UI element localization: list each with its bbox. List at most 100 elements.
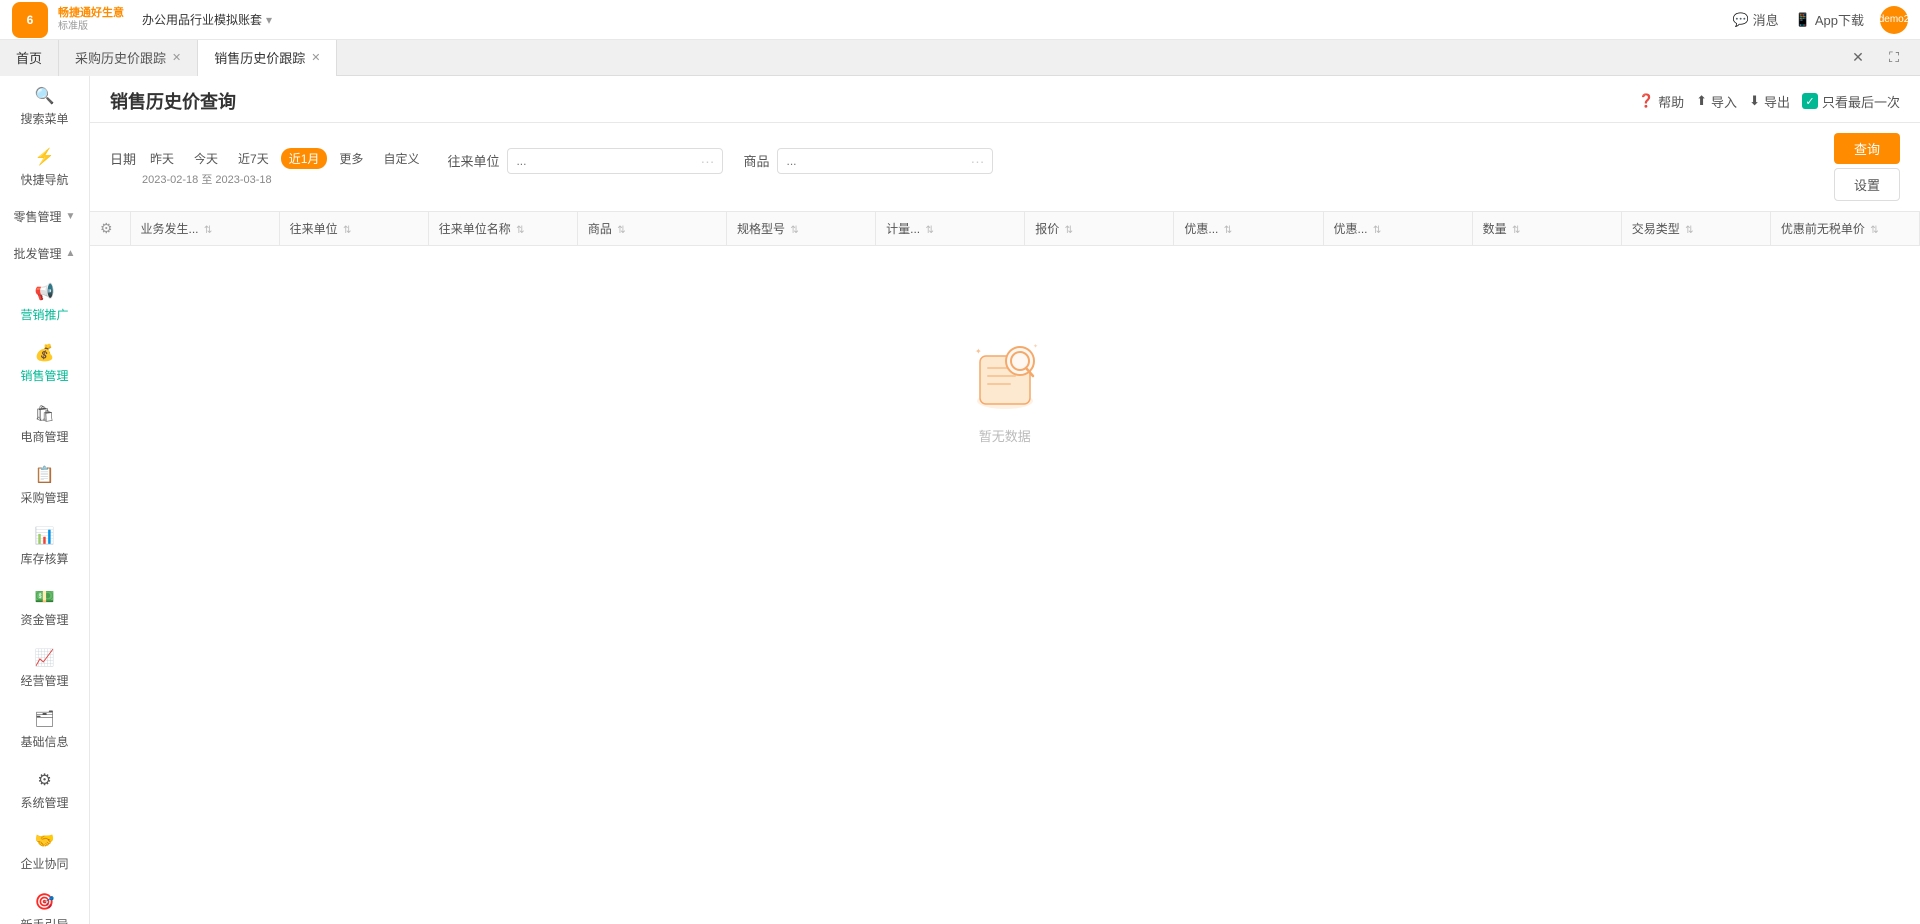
download-icon: 📱	[1795, 12, 1811, 28]
filter-buttons: 查询 设置	[1834, 133, 1900, 201]
product-input-wrapper[interactable]: ···	[777, 148, 993, 174]
only-last-checkbox[interactable]: ✓ 只看最后一次	[1802, 92, 1900, 111]
th-pretax-price[interactable]: 优惠前无税单价 ⇅	[1770, 212, 1919, 246]
sidebar-item-search[interactable]: 🔍 搜索菜单	[0, 76, 89, 137]
gear-icon[interactable]: ⚙	[100, 220, 113, 236]
operations-icon: 📈	[35, 648, 55, 668]
th-quantity[interactable]: 数量 ⇅	[1472, 212, 1621, 246]
th-business-date[interactable]: 业务发生... ⇅	[130, 212, 279, 246]
finance-icon: 💵	[35, 587, 55, 607]
sidebar-item-operations[interactable]: 📈 经营管理	[0, 638, 89, 699]
sidebar-item-marketing[interactable]: 📢 营销推广	[0, 272, 89, 333]
message-btn[interactable]: 💬 消息	[1732, 10, 1778, 29]
date-btn-custom[interactable]: 自定义	[375, 148, 427, 169]
inventory-icon: 📊	[35, 526, 55, 546]
date-label: 日期	[110, 149, 136, 168]
shortcuts-icon: ⚡	[35, 147, 55, 167]
message-icon: 💬	[1732, 12, 1748, 28]
tab-purchase-history[interactable]: 采购历史价跟踪 ✕	[59, 40, 198, 76]
th-discount1[interactable]: 优惠... ⇅	[1174, 212, 1323, 246]
sidebar-item-retail[interactable]: 零售管理 ▼	[0, 198, 89, 235]
date-btn-1month[interactable]: 近1月	[281, 148, 328, 169]
topbar-left: 6 畅捷通好生意 标准版 办公用品行业模拟账套 ▾	[12, 2, 280, 38]
export-icon: ⬇	[1749, 93, 1760, 109]
sort-icon-trade-type: ⇅	[1685, 225, 1693, 236]
date-btn-yesterday[interactable]: 昨天	[142, 148, 182, 169]
newbie-icon: 🎯	[35, 892, 55, 912]
svg-text:✦: ✦	[975, 347, 982, 356]
logo: 6	[12, 2, 48, 38]
query-button[interactable]: 查询	[1834, 133, 1900, 164]
page-header-actions: ❓ 帮助 ⬆ 导入 ⬇ 导出 ✓ 只看最后一次	[1638, 92, 1900, 111]
page-header: 销售历史价查询 ❓ 帮助 ⬆ 导入 ⬇ 导出 ✓ 只看最后一次	[90, 76, 1920, 123]
sidebar-item-basic[interactable]: 🗂 基础信息	[0, 699, 89, 760]
marketing-icon: 📢	[35, 282, 55, 302]
filter-bar: 日期 昨天 今天 近7天 近1月 更多 自定义 2023-02-18 至 202…	[90, 123, 1920, 212]
page-title: 销售历史价查询	[110, 88, 236, 114]
th-partner-name[interactable]: 往来单位名称 ⇅	[428, 212, 577, 246]
date-btn-7days[interactable]: 近7天	[230, 148, 277, 169]
date-filter-group: 日期 昨天 今天 近7天 近1月 更多 自定义 2023-02-18 至 202…	[110, 148, 427, 187]
subtitle: 标准版	[58, 20, 124, 33]
th-partner-code[interactable]: 往来单位 ⇅	[279, 212, 428, 246]
date-range-display: 2023-02-18 至 2023-03-18	[142, 171, 272, 187]
product-filter-group: 商品 ···	[743, 148, 993, 174]
chevron-down-icon: ▾	[266, 13, 272, 27]
maximize-btn[interactable]: ⛶	[1880, 44, 1908, 72]
topbar-right: 💬 消息 📱 App下载 demo2	[1732, 6, 1908, 34]
checkbox-icon: ✓	[1802, 93, 1818, 109]
basic-icon: 🗂	[34, 709, 54, 729]
customer-search-dots[interactable]: ···	[700, 153, 714, 169]
close-tab-sales[interactable]: ✕	[311, 51, 320, 64]
help-icon: ❓	[1638, 93, 1654, 109]
sidebar-item-ecommerce[interactable]: 🛍 电商管理	[0, 394, 89, 455]
sort-icon-discount1: ⇅	[1224, 225, 1232, 236]
customer-filter-group: 往来单位 ···	[447, 148, 723, 174]
customer-input-wrapper[interactable]: ···	[507, 148, 723, 174]
sidebar-item-newbie[interactable]: 🎯 新手引导	[0, 882, 89, 924]
sidebar-item-inventory[interactable]: 📊 库存核算	[0, 516, 89, 577]
date-btn-more[interactable]: 更多	[331, 148, 371, 169]
th-price[interactable]: 报价 ⇅	[1025, 212, 1174, 246]
ecommerce-icon: 🛍	[34, 404, 54, 424]
th-spec[interactable]: 规格型号 ⇅	[727, 212, 876, 246]
search-icon: 🔍	[35, 86, 55, 106]
sidebar-item-finance[interactable]: 💵 资金管理	[0, 577, 89, 638]
product-input[interactable]	[786, 154, 966, 168]
enterprise-icon: 🤝	[35, 831, 55, 851]
th-product[interactable]: 商品 ⇅	[577, 212, 726, 246]
sidebar-item-wholesale[interactable]: 批发管理 ▲	[0, 235, 89, 272]
sidebar-item-shortcuts[interactable]: ⚡ 快捷导航	[0, 137, 89, 198]
chevron-down-icon: ▼	[66, 211, 76, 222]
sort-icon-business-date: ⇅	[204, 225, 212, 236]
sidebar-item-system[interactable]: ⚙ 系统管理	[0, 760, 89, 821]
tab-actions: ✕ ⛶	[1844, 44, 1920, 72]
import-btn[interactable]: ⬆ 导入	[1696, 92, 1737, 111]
workspace-selector[interactable]: 办公用品行业模拟账套 ▾	[134, 7, 280, 32]
sales-icon: 💰	[35, 343, 55, 363]
sort-icon-pretax-price: ⇅	[1870, 225, 1878, 236]
customer-input[interactable]	[516, 154, 696, 168]
tab-sales-history[interactable]: 销售历史价跟踪 ✕	[198, 40, 337, 76]
date-btn-today[interactable]: 今天	[186, 148, 226, 169]
close-all-tabs[interactable]: ✕	[1844, 44, 1872, 72]
sidebar-item-sales[interactable]: 💰 销售管理	[0, 333, 89, 394]
product-search-dots[interactable]: ···	[970, 153, 984, 169]
empty-illustration: ✦ ✦	[955, 326, 1055, 426]
app-download-btn[interactable]: 📱 App下载	[1795, 10, 1864, 29]
sidebar-item-enterprise[interactable]: 🤝 企业协同	[0, 821, 89, 882]
tab-home[interactable]: 首页	[0, 40, 59, 76]
sidebar-item-purchase[interactable]: 📋 采购管理	[0, 455, 89, 516]
close-tab-purchase[interactable]: ✕	[172, 51, 181, 64]
th-unit[interactable]: 计量... ⇅	[876, 212, 1025, 246]
user-menu[interactable]: demo2	[1880, 6, 1908, 34]
avatar: demo2	[1880, 6, 1908, 34]
settings-button[interactable]: 设置	[1834, 168, 1900, 201]
customer-label: 往来单位	[447, 151, 499, 170]
th-trade-type[interactable]: 交易类型 ⇅	[1621, 212, 1770, 246]
help-btn[interactable]: ❓ 帮助	[1638, 92, 1684, 111]
sort-icon-product: ⇅	[617, 225, 625, 236]
sort-icon-spec: ⇅	[790, 225, 798, 236]
export-btn[interactable]: ⬇ 导出	[1749, 92, 1790, 111]
th-discount2[interactable]: 优惠... ⇅	[1323, 212, 1472, 246]
